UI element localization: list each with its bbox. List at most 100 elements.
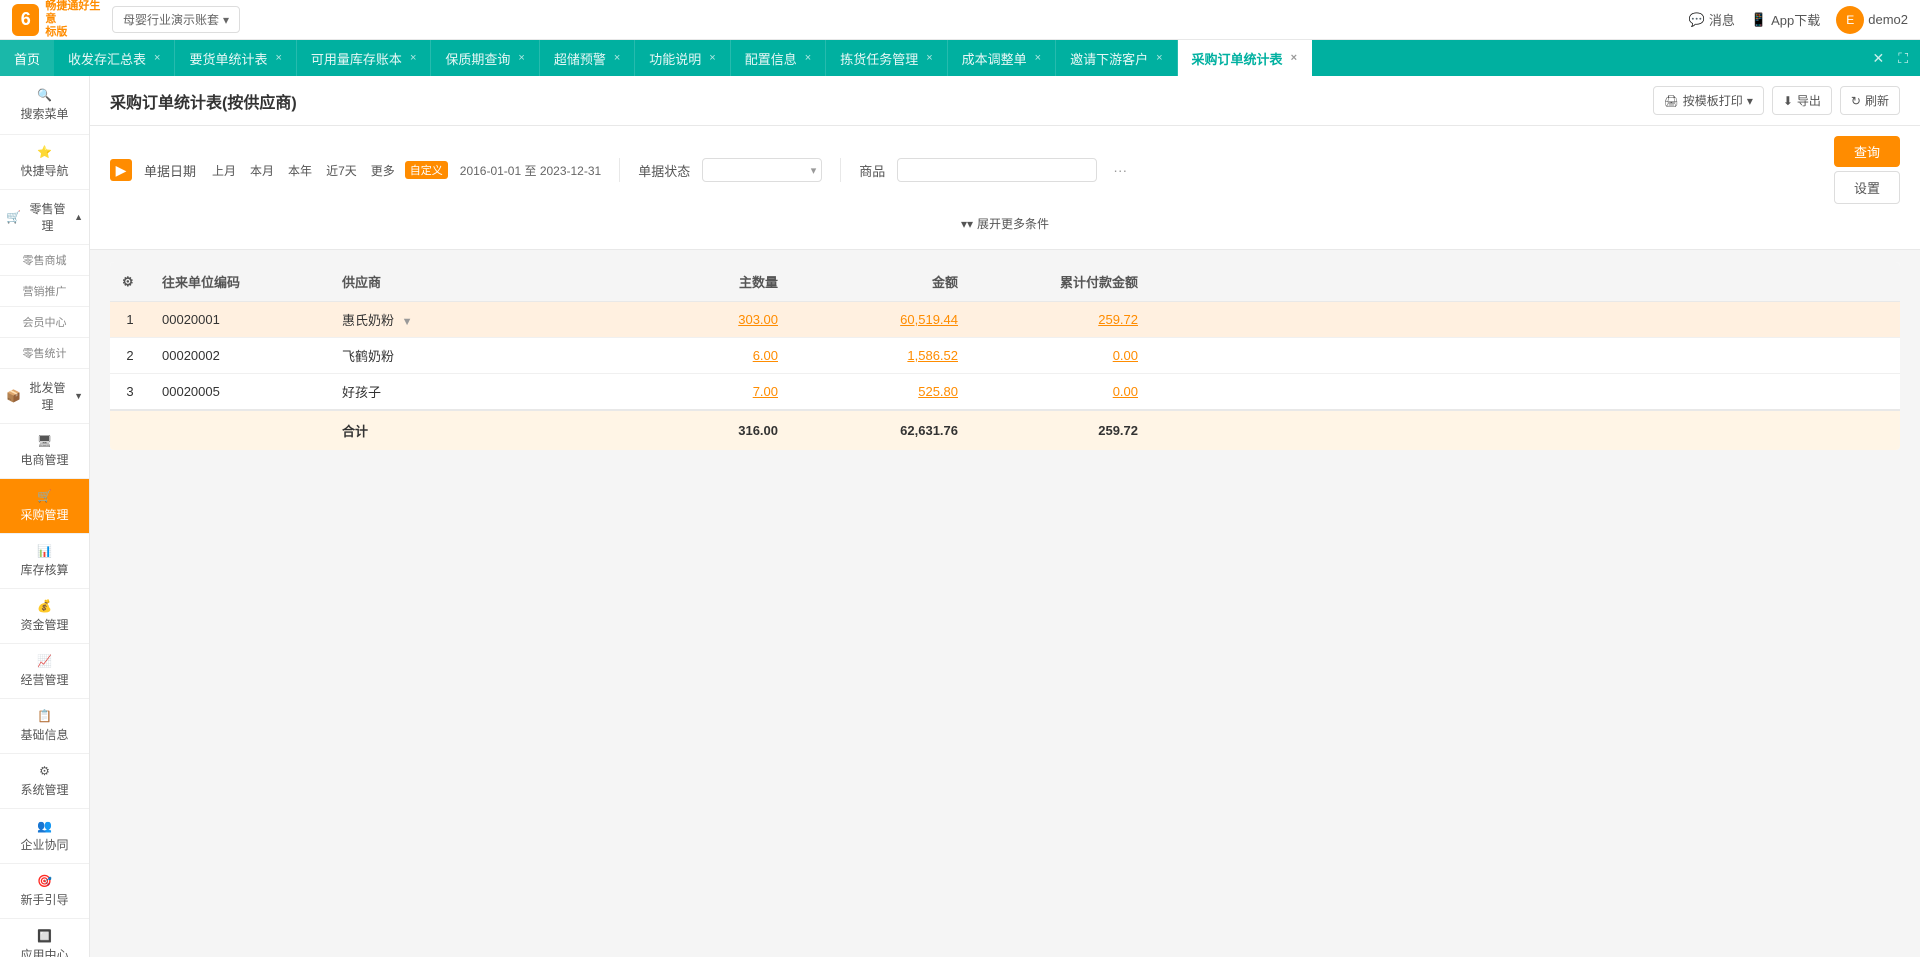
main-layout: 🔍 搜索菜单 ⭐ 快捷导航 🛒 零售管理 ▲ 零售商城 营销推广 会员中心 零售… — [0, 76, 1920, 957]
user-menu[interactable]: E demo2 — [1836, 6, 1908, 34]
sidebar-item-inventory[interactable]: 📊 库存核算 — [0, 534, 89, 589]
gear-icon: ⚙ — [39, 764, 50, 778]
tab-jianhuo[interactable]: 拣货任务管理 × — [826, 40, 947, 76]
row-extra — [1150, 338, 1900, 374]
expand-more-button[interactable]: ▾▾ 展开更多条件 — [961, 210, 1049, 237]
sidebar-item-apps[interactable]: 🔲 应用中心 — [0, 919, 89, 957]
app-download-button[interactable]: 📱 App下载 — [1751, 10, 1820, 29]
close-icon[interactable]: × — [275, 52, 281, 64]
status-label: 单据状态 — [638, 161, 690, 180]
close-icon[interactable]: × — [1291, 52, 1297, 64]
date-quick-thisyear[interactable]: 本年 — [284, 160, 316, 181]
goods-label: 商品 — [859, 161, 885, 180]
close-icon[interactable]: × — [805, 52, 811, 64]
target-icon: 🎯 — [37, 874, 52, 888]
box-icon: 📦 — [6, 389, 21, 403]
tab-chengben[interactable]: 成本调整单 × — [948, 40, 1056, 76]
status-select[interactable] — [702, 158, 822, 182]
workspace-selector[interactable]: 母婴行业演示账套 ▾ — [112, 6, 240, 33]
close-icon[interactable]: × — [1035, 52, 1041, 64]
close-icon[interactable]: × — [410, 52, 416, 64]
sidebar-item-wholesale[interactable]: 📦 批发管理 ▼ — [0, 369, 89, 424]
sidebar-item-operation[interactable]: 📈 经营管理 — [0, 644, 89, 699]
tab-yaoqing[interactable]: 邀请下游客户 × — [1056, 40, 1177, 76]
sidebar-item-retailstat[interactable]: 零售统计 — [0, 338, 89, 369]
table-row: 1 00020001 惠氏奶粉 ▼ 303.00 60,519.44 259.7… — [110, 302, 1900, 338]
cart-icon: 🛒 — [6, 210, 21, 224]
nav-tabs: 首页 收发存汇总表 × 要货单统计表 × 可用量库存账本 × 保质期查询 × 超… — [0, 40, 1920, 76]
row-paid: 0.00 — [970, 374, 1150, 411]
tab-chaoyuyujing[interactable]: 超储预警 × — [540, 40, 635, 76]
row-code: 00020002 — [150, 338, 330, 374]
footer-check — [110, 410, 150, 450]
tab-home[interactable]: 首页 — [0, 40, 54, 76]
refresh-icon: ↻ — [1851, 94, 1861, 108]
table-row: 2 00020002 飞鹤奶粉 6.00 1,586.52 0.00 — [110, 338, 1900, 374]
tab-peizhi[interactable]: 配置信息 × — [731, 40, 826, 76]
date-custom-badge[interactable]: 自定义 — [405, 161, 448, 179]
sidebar-item-quicknav[interactable]: ⭐ 快捷导航 — [0, 135, 89, 190]
settings-icon[interactable]: ⚙ — [122, 274, 134, 289]
date-quick-more[interactable]: 更多 — [367, 160, 399, 181]
date-quick-lastmonth[interactable]: 上月 — [208, 160, 240, 181]
filter-more-row: ▾▾ 展开更多条件 — [110, 204, 1900, 239]
tab-gongneng[interactable]: 功能说明 × — [635, 40, 730, 76]
sidebar-item-member[interactable]: 会员中心 — [0, 307, 89, 338]
row-num: 2 — [110, 338, 150, 374]
query-button[interactable]: 查询 — [1834, 136, 1900, 167]
chevron-down-icon: ▾ — [1747, 94, 1753, 108]
sidebar-item-ecommerce[interactable]: 🖥 电商管理 — [0, 424, 89, 479]
filter-toggle[interactable]: ▶ — [110, 159, 132, 181]
more-icon[interactable]: ··· — [1113, 162, 1127, 178]
search-icon: 🔍 — [37, 88, 52, 102]
print-button[interactable]: 🖨 按模板打印 ▾ — [1653, 86, 1764, 115]
message-button[interactable]: 💬 消息 — [1689, 10, 1735, 29]
sidebar-item-retail[interactable]: 🛒 零售管理 ▲ — [0, 190, 89, 245]
sidebar-item-retailmall[interactable]: 零售商城 — [0, 245, 89, 276]
tab-yaohuo[interactable]: 要货单统计表 × — [175, 40, 296, 76]
avatar: E — [1836, 6, 1864, 34]
close-icon[interactable]: × — [518, 52, 524, 64]
nav-expand-button[interactable]: ⛶ — [1894, 48, 1912, 69]
row-paid: 259.72 — [970, 302, 1150, 338]
close-icon[interactable]: × — [709, 52, 715, 64]
tab-caigou-active[interactable]: 采购订单统计表 × — [1178, 40, 1312, 76]
sidebar-item-search[interactable]: 🔍 搜索菜单 — [0, 76, 89, 135]
expand-icon: ▾▾ — [961, 217, 973, 231]
sidebar-item-finance[interactable]: 💰 资金管理 — [0, 589, 89, 644]
row-supplier: 好孩子 — [330, 374, 610, 411]
chart-icon: 📊 — [37, 544, 52, 558]
row-amount: 525.80 — [790, 374, 970, 411]
sidebar-item-basic[interactable]: 📋 基础信息 — [0, 699, 89, 754]
sidebar-item-collab[interactable]: 👥 企业协同 — [0, 809, 89, 864]
caret-up-icon: ▲ — [74, 212, 83, 222]
star-icon: ⭐ — [37, 145, 52, 159]
sidebar-item-guide[interactable]: 🎯 新手引导 — [0, 864, 89, 919]
close-icon[interactable]: × — [154, 52, 160, 64]
list-icon: 📋 — [37, 709, 52, 723]
sidebar-item-system[interactable]: ⚙ 系统管理 — [0, 754, 89, 809]
close-icon[interactable]: × — [614, 52, 620, 64]
tab-keyongliang[interactable]: 可用量库存账本 × — [297, 40, 431, 76]
table-row: 3 00020005 好孩子 7.00 525.80 0.00 — [110, 374, 1900, 411]
settings-button[interactable]: 设置 — [1834, 171, 1900, 204]
close-icon[interactable]: × — [926, 52, 932, 64]
sidebar-item-purchase[interactable]: 🛒 采购管理 — [0, 479, 89, 534]
goods-input[interactable] — [897, 158, 1097, 182]
th-check: ⚙ — [110, 262, 150, 302]
nav-close-button[interactable]: ✕ — [1868, 48, 1888, 69]
date-quick-7days[interactable]: 近7天 — [322, 160, 361, 181]
nav-end: ✕ ⛶ — [1860, 40, 1920, 76]
row-expand-icon[interactable]: ▼ — [402, 316, 413, 328]
tab-baozhiqi[interactable]: 保质期查询 × — [431, 40, 539, 76]
filter-actions: 查询 设置 — [1834, 136, 1900, 204]
table-container: ⚙ 往来单位编码 供应商 主数量 金额 累计付款金额 1 00020001 — [90, 250, 1920, 957]
sidebar-item-marketing[interactable]: 营销推广 — [0, 276, 89, 307]
tab-shoufacun[interactable]: 收发存汇总表 × — [54, 40, 175, 76]
date-quick-thismonth[interactable]: 本月 — [246, 160, 278, 181]
export-button[interactable]: ⬇ 导出 — [1772, 86, 1832, 115]
th-amount: 金额 — [790, 262, 970, 302]
refresh-button[interactable]: ↻ 刷新 — [1840, 86, 1900, 115]
close-icon[interactable]: × — [1156, 52, 1162, 64]
row-amount: 1,586.52 — [790, 338, 970, 374]
